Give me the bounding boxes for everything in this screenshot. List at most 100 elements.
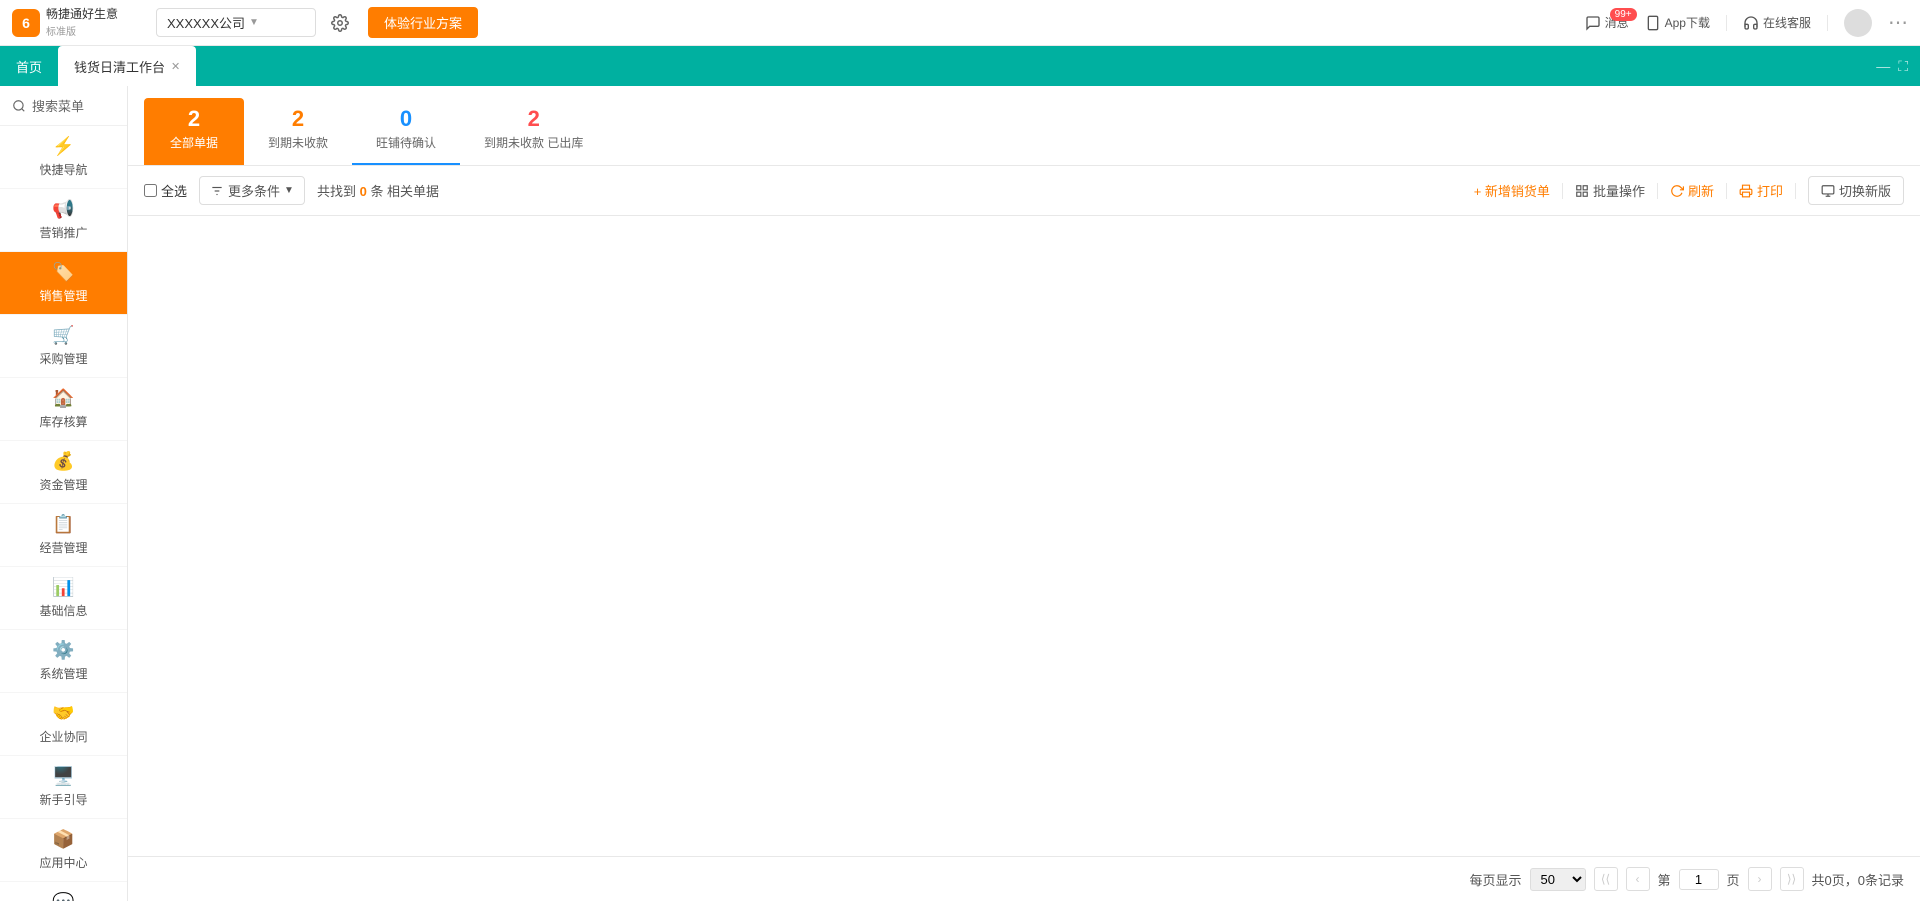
tab-home[interactable]: 首页 <box>0 46 58 86</box>
sidebar-label-kuaijie: 快捷导航 <box>39 161 87 178</box>
toolbar: 全选 更多条件 ▼ 共找到 0 条 相关单据 + 新增销货单 批量操作 <box>128 166 1920 216</box>
logo-area: 6 畅捷通好生意 标准版 <box>12 7 140 38</box>
main-content: 2 全部单据 2 到期未收款 0 旺铺待确认 2 到期未收款 已出库 全选 <box>128 86 1920 901</box>
qiye-icon: 🤝 <box>52 703 74 724</box>
xinshou-icon: 🖥️ <box>52 766 74 787</box>
stat-label-shipped: 到期未收款 已出库 <box>484 134 583 151</box>
settings-icon-btn[interactable] <box>324 7 356 39</box>
sidebar-item-xitong[interactable]: ⚙️ 系统管理 <box>0 630 127 693</box>
header-divider2 <box>1827 15 1828 31</box>
sidebar-label-kucun: 库存核算 <box>39 413 87 430</box>
per-page-select[interactable]: 50 20 100 <box>1530 868 1586 891</box>
first-page-btn[interactable]: ⟨⟨ <box>1594 867 1618 891</box>
toolbar-divider3 <box>1726 183 1727 199</box>
stat-tab-all[interactable]: 2 全部单据 <box>144 98 244 165</box>
filter-button[interactable]: 更多条件 ▼ <box>199 176 305 205</box>
yingxiao-icon: 📢 <box>52 199 74 220</box>
select-all-input[interactable] <box>144 184 157 197</box>
app-subtitle: 标准版 <box>46 23 118 38</box>
trial-button[interactable]: 体验行业方案 <box>368 7 478 38</box>
page-number-input[interactable] <box>1679 869 1719 890</box>
kuaijie-icon: ⚡ <box>52 136 74 157</box>
messages-btn[interactable]: 消息 99+ <box>1585 14 1629 31</box>
stat-tab-wangpu[interactable]: 0 旺铺待确认 <box>352 98 460 165</box>
refresh-button[interactable]: 刷新 <box>1670 181 1714 200</box>
header-divider <box>1726 15 1727 31</box>
sidebar-label-yingyong: 应用中心 <box>39 854 87 871</box>
sidebar-label-caigou: 采购管理 <box>39 350 87 367</box>
sidebar-item-qiye[interactable]: 🤝 企业协同 <box>0 693 127 756</box>
stat-tab-overdue[interactable]: 2 到期未收款 <box>244 98 352 165</box>
app-download-btn[interactable]: App下载 <box>1645 14 1710 31</box>
sidebar-item-kucun[interactable]: 🏠 库存核算 <box>0 378 127 441</box>
app-title: 畅捷通好生意 <box>46 7 118 23</box>
jichu-icon: 📊 <box>52 577 74 598</box>
stat-label-all: 全部单据 <box>170 134 218 151</box>
page-label: 第 <box>1658 870 1671 889</box>
xitong-icon: ⚙️ <box>52 640 74 661</box>
found-text: 共找到 0 条 相关单据 <box>317 181 439 200</box>
toolbar-divider2 <box>1657 183 1658 199</box>
stat-label-overdue: 到期未收款 <box>268 134 328 151</box>
user-menu-btn[interactable]: ⋯ <box>1888 13 1908 33</box>
messages-badge: 99+ <box>1610 8 1637 21</box>
tab-qianhuoricai[interactable]: 钱货日清工作台 ✕ <box>58 46 196 86</box>
header-right: 消息 99+ App下载 在线客服 ⋯ <box>1585 9 1908 37</box>
stats-tabs: 2 全部单据 2 到期未收款 0 旺铺待确认 2 到期未收款 已出库 <box>128 86 1920 166</box>
sidebar-search[interactable]: 搜索菜单 <box>0 86 127 126</box>
nav-tabs: 首页 钱货日清工作台 ✕ — ⛶ <box>0 46 1920 86</box>
stat-num-shipped: 2 <box>528 106 540 132</box>
prev-page-btn[interactable]: ‹ <box>1626 867 1650 891</box>
sidebar-item-jingying[interactable]: 📋 经营管理 <box>0 504 127 567</box>
chevron-down-icon: ▼ <box>249 17 259 28</box>
sidebar-item-yingyong[interactable]: 📦 应用中心 <box>0 819 127 882</box>
jingying-icon: 📋 <box>52 514 74 535</box>
stat-tab-shipped[interactable]: 2 到期未收款 已出库 <box>460 98 607 165</box>
sidebar-item-zijin[interactable]: 💰 资金管理 <box>0 441 127 504</box>
toolbar-right: + 新增销货单 批量操作 刷新 打印 <box>1474 176 1904 205</box>
sidebar-label-jingying: 经营管理 <box>39 539 87 556</box>
switch-new-version-btn[interactable]: 切换新版 <box>1808 176 1904 205</box>
yingyong-icon: 📦 <box>52 829 74 850</box>
sidebar-label-xinshou: 新手引导 <box>39 791 87 808</box>
zijin-icon: 💰 <box>52 451 74 472</box>
app-logo-icon: 6 <box>12 9 40 37</box>
sidebar-label-zijin: 资金管理 <box>39 476 87 493</box>
stat-num-overdue: 2 <box>292 106 304 132</box>
kucun-icon: 🏠 <box>52 388 74 409</box>
company-selector[interactable]: XXXXXX公司 ▼ <box>156 8 316 37</box>
top-header: 6 畅捷通好生意 标准版 XXXXXX公司 ▼ 体验行业方案 消息 99+ Ap… <box>0 0 1920 46</box>
sidebar-item-weixin[interactable]: 💬 企业微信 <box>0 882 127 901</box>
select-all-checkbox[interactable]: 全选 <box>144 181 187 200</box>
maximize-icon[interactable]: ⛶ <box>1898 58 1908 75</box>
sidebar-item-yingxiao[interactable]: 📢 营销推广 <box>0 189 127 252</box>
last-page-btn[interactable]: ⟩⟩ <box>1780 867 1804 891</box>
stat-num-wangpu: 0 <box>400 106 412 132</box>
sidebar: 搜索菜单 ⚡ 快捷导航 📢 营销推广 🏷️ 销售管理 🛒 采购管理 🏠 库存核算… <box>0 86 128 901</box>
sidebar-item-xiaoshou[interactable]: 🏷️ 销售管理 <box>0 252 127 315</box>
window-controls: — ⛶ <box>1876 58 1920 75</box>
sidebar-item-jichu[interactable]: 📊 基础信息 <box>0 567 127 630</box>
online-service-btn[interactable]: 在线客服 <box>1743 14 1811 31</box>
sidebar-label-xiaoshou: 销售管理 <box>39 287 87 304</box>
toolbar-divider4 <box>1795 183 1796 199</box>
sidebar-item-kuaijie[interactable]: ⚡ 快捷导航 <box>0 126 127 189</box>
print-button[interactable]: 打印 <box>1739 181 1783 200</box>
sidebar-label-jichu: 基础信息 <box>39 602 87 619</box>
tab-close-icon[interactable]: ✕ <box>171 60 180 73</box>
main-layout: 搜索菜单 ⚡ 快捷导航 📢 营销推广 🏷️ 销售管理 🛒 采购管理 🏠 库存核算… <box>0 86 1920 901</box>
next-page-btn[interactable]: › <box>1748 867 1772 891</box>
minimize-icon[interactable]: — <box>1876 58 1890 74</box>
sidebar-item-caigou[interactable]: 🛒 采购管理 <box>0 315 127 378</box>
sidebar-label-yingxiao: 营销推广 <box>39 224 87 241</box>
caigou-icon: 🛒 <box>52 325 74 346</box>
stat-num-all: 2 <box>188 106 200 132</box>
add-sales-order-btn[interactable]: + 新增销货单 <box>1474 181 1550 200</box>
user-avatar[interactable] <box>1844 9 1872 37</box>
company-name: XXXXXX公司 <box>167 13 245 32</box>
sidebar-item-xinshou[interactable]: 🖥️ 新手引导 <box>0 756 127 819</box>
xiaoshou-icon: 🏷️ <box>52 262 74 283</box>
total-info: 共0页，0条记录 <box>1812 870 1904 889</box>
batch-operations-btn[interactable]: 批量操作 <box>1575 181 1645 200</box>
sidebar-label-xitong: 系统管理 <box>39 665 87 682</box>
